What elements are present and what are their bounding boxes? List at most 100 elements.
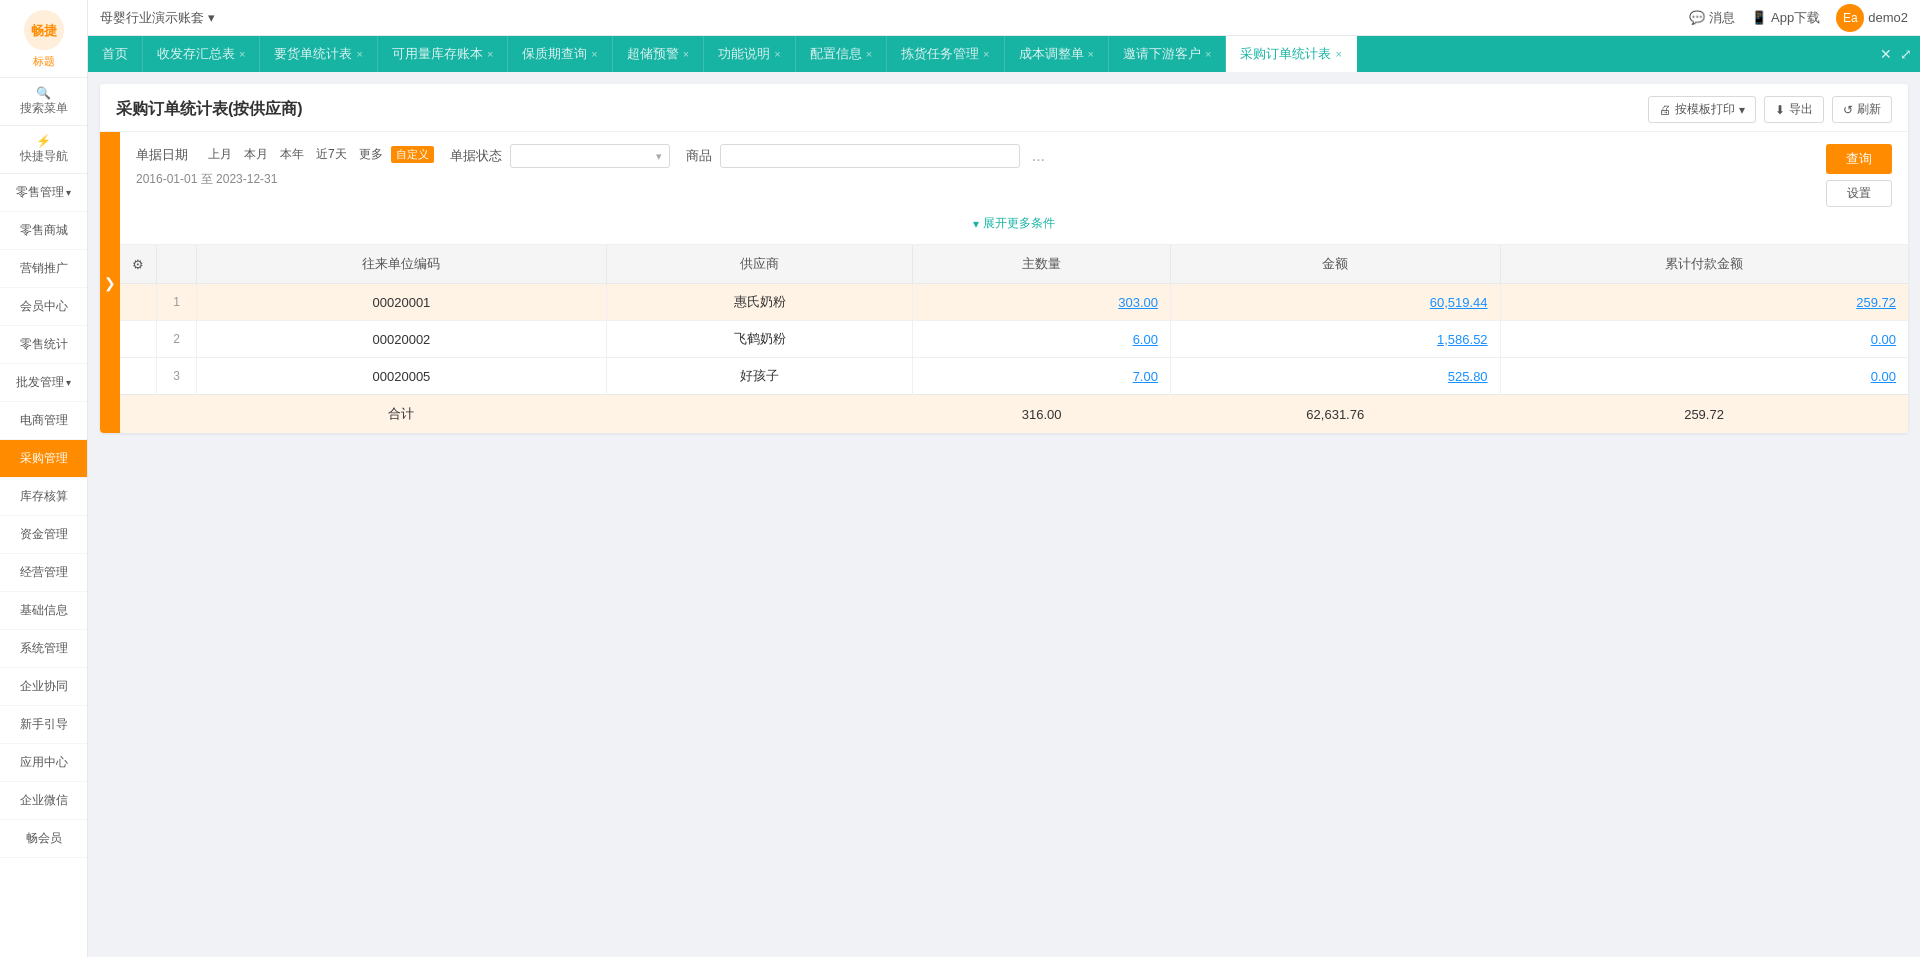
row-supplier: 飞鹤奶粉 xyxy=(606,321,912,358)
row-main-qty[interactable]: 303.00 xyxy=(913,284,1171,321)
shortcut-more[interactable]: 更多 xyxy=(355,144,387,165)
template-print-button[interactable]: 🖨 按模板打印 ▾ xyxy=(1648,96,1756,123)
tab-available-inventory[interactable]: 可用量库存账本 × xyxy=(378,36,508,72)
arrow-icon: ▾ xyxy=(66,377,71,388)
tab-receive-send-summary[interactable]: 收发存汇总表 × xyxy=(143,36,260,72)
sidebar-item-finance-mgmt[interactable]: 资金管理 xyxy=(0,516,87,554)
col-supplier: 供应商 xyxy=(606,245,912,284)
tab-close-available-inventory[interactable]: × xyxy=(487,48,493,60)
row-main-qty[interactable]: 7.00 xyxy=(913,358,1171,395)
row-amount[interactable]: 60,519.44 xyxy=(1170,284,1500,321)
app-download-action[interactable]: 📱 App下载 xyxy=(1751,9,1820,27)
user-avatar: Ea xyxy=(1836,4,1864,32)
row-amount[interactable]: 1,586.52 xyxy=(1170,321,1500,358)
custom-date-tag[interactable]: 自定义 xyxy=(391,146,434,163)
query-button[interactable]: 查询 xyxy=(1826,144,1892,174)
tab-pick-task[interactable]: 拣货任务管理 × xyxy=(887,36,1004,72)
shortcut-this-month[interactable]: 本月 xyxy=(240,144,272,165)
close-all-tabs-button[interactable]: ✕ xyxy=(1880,46,1892,62)
date-filter-group: 单据日期 上月 本月 本年 近7天 更多 自定义 xyxy=(136,144,434,188)
row-unit-code: 00020002 xyxy=(197,321,607,358)
tab-invite-downstream[interactable]: 邀请下游客户 × xyxy=(1109,36,1226,72)
goods-input[interactable] xyxy=(720,144,1020,168)
tab-overstock-alert[interactable]: 超储预警 × xyxy=(613,36,704,72)
sidebar-item-basic-info[interactable]: 基础信息 xyxy=(0,592,87,630)
username-label: demo2 xyxy=(1868,10,1908,25)
tab-close-cost-adjust[interactable]: × xyxy=(1088,48,1094,60)
sidebar-item-member-center[interactable]: 会员中心 xyxy=(0,288,87,326)
sidebar-item-ecommerce-mgmt[interactable]: 电商管理 xyxy=(0,402,87,440)
goods-more-dots[interactable]: ... xyxy=(1028,147,1049,165)
workspace-dropdown-icon: ▾ xyxy=(208,10,215,25)
sidebar-item-marketing[interactable]: 营销推广 xyxy=(0,250,87,288)
sidebar-item-inventory-check[interactable]: 库存核算 xyxy=(0,478,87,516)
row-settings-cell xyxy=(120,321,157,358)
table-settings-icon[interactable]: ⚙ xyxy=(132,257,144,272)
sidebar-item-label: 库存核算 xyxy=(20,488,68,505)
shortcut-last-7days[interactable]: 近7天 xyxy=(312,144,351,165)
row-amount[interactable]: 525.80 xyxy=(1170,358,1500,395)
sidebar-item-new-guide[interactable]: 新手引导 xyxy=(0,706,87,744)
table-row[interactable]: 1 00020001 惠氏奶粉 303.00 60,519.44 259.72 xyxy=(120,284,1908,321)
sidebar-item-retail-mgmt[interactable]: 零售管理▾ xyxy=(0,174,87,212)
tab-close-function-desc[interactable]: × xyxy=(774,48,780,60)
export-button[interactable]: ⬇ 导出 xyxy=(1764,96,1824,123)
tab-close-invite-downstream[interactable]: × xyxy=(1205,48,1211,60)
sidebar-item-retail-shop[interactable]: 零售商城 xyxy=(0,212,87,250)
message-action[interactable]: 💬 消息 xyxy=(1689,9,1735,27)
footer-cum-payment: 259.72 xyxy=(1500,395,1908,434)
table-row[interactable]: 3 00020005 好孩子 7.00 525.80 0.00 xyxy=(120,358,1908,395)
tab-close-config-info[interactable]: × xyxy=(866,48,872,60)
row-cum-payment[interactable]: 0.00 xyxy=(1500,358,1908,395)
footer-empty-supplier xyxy=(606,395,912,434)
table-row[interactable]: 2 00020002 飞鹤奶粉 6.00 1,586.52 0.00 xyxy=(120,321,1908,358)
sidebar-item-ops-mgmt[interactable]: 经营管理 xyxy=(0,554,87,592)
sidebar-item-enterprise-collab[interactable]: 企业协同 xyxy=(0,668,87,706)
chevron-left-icon: ❯ xyxy=(104,275,116,291)
sidebar-item-label: 企业微信 xyxy=(20,792,68,809)
row-num-cell: 2 xyxy=(157,321,197,358)
sidebar-item-enterprise-wechat[interactable]: 企业微信 xyxy=(0,782,87,820)
refresh-icon: ↺ xyxy=(1843,103,1853,117)
col-unit-code: 往来单位编码 xyxy=(197,245,607,284)
tab-close-overstock-alert[interactable]: × xyxy=(683,48,689,60)
sidebar-item-system-mgmt[interactable]: 系统管理 xyxy=(0,630,87,668)
sidebar-search-menu[interactable]: 🔍 搜索菜单 xyxy=(0,78,87,126)
tab-close-receive-send-summary[interactable]: × xyxy=(239,48,245,60)
refresh-button[interactable]: ↺ 刷新 xyxy=(1832,96,1892,123)
workspace-selector[interactable]: 母婴行业演示账套 ▾ xyxy=(100,9,215,27)
row-cum-payment[interactable]: 0.00 xyxy=(1500,321,1908,358)
sidebar-item-purchase-mgmt[interactable]: 采购管理 xyxy=(0,440,87,478)
tab-config-info[interactable]: 配置信息 × xyxy=(796,36,887,72)
tab-close-expiry-query[interactable]: × xyxy=(591,48,597,60)
tab-close-pick-task[interactable]: × xyxy=(983,48,989,60)
page-title: 采购订单统计表(按供应商) xyxy=(116,99,303,120)
tab-function-desc[interactable]: 功能说明 × xyxy=(704,36,795,72)
sidebar-item-app-center[interactable]: 应用中心 xyxy=(0,744,87,782)
tab-cost-adjust[interactable]: 成本调整单 × xyxy=(1005,36,1109,72)
tab-close-purchase-order-stats[interactable]: × xyxy=(1335,48,1341,60)
shortcut-last-month[interactable]: 上月 xyxy=(204,144,236,165)
sidebar-item-vip-member[interactable]: 畅会员 xyxy=(0,820,87,858)
tab-expiry-query[interactable]: 保质期查询 × xyxy=(508,36,612,72)
tab-goods-stats[interactable]: 要货单统计表 × xyxy=(260,36,377,72)
row-num-cell: 3 xyxy=(157,358,197,395)
sidebar-item-wholesale-mgmt[interactable]: 批发管理▾ xyxy=(0,364,87,402)
tab-home[interactable]: 首页 xyxy=(88,36,143,72)
sidebar-item-retail-stats[interactable]: 零售统计 xyxy=(0,326,87,364)
settings-button[interactable]: 设置 xyxy=(1826,180,1892,207)
sidebar-item-label: 营销推广 xyxy=(20,260,68,277)
maximize-window-button[interactable]: ⤢ xyxy=(1900,46,1912,62)
tab-purchase-order-stats[interactable]: 采购订单统计表 × xyxy=(1226,36,1356,72)
expand-more-label: 展开更多条件 xyxy=(983,215,1055,232)
user-profile[interactable]: Ea demo2 xyxy=(1836,4,1908,32)
expand-more-button[interactable]: ▾ 展开更多条件 xyxy=(136,215,1892,232)
row-cum-payment[interactable]: 259.72 xyxy=(1500,284,1908,321)
status-select[interactable] xyxy=(510,144,670,168)
filter-toggle-button[interactable]: ❯ xyxy=(100,132,120,433)
tab-close-goods-stats[interactable]: × xyxy=(356,48,362,60)
row-main-qty[interactable]: 6.00 xyxy=(913,321,1171,358)
sidebar-quick-nav[interactable]: ⚡ 快捷导航 xyxy=(0,126,87,174)
sidebar-item-label: 采购管理 xyxy=(20,450,68,467)
shortcut-this-year[interactable]: 本年 xyxy=(276,144,308,165)
